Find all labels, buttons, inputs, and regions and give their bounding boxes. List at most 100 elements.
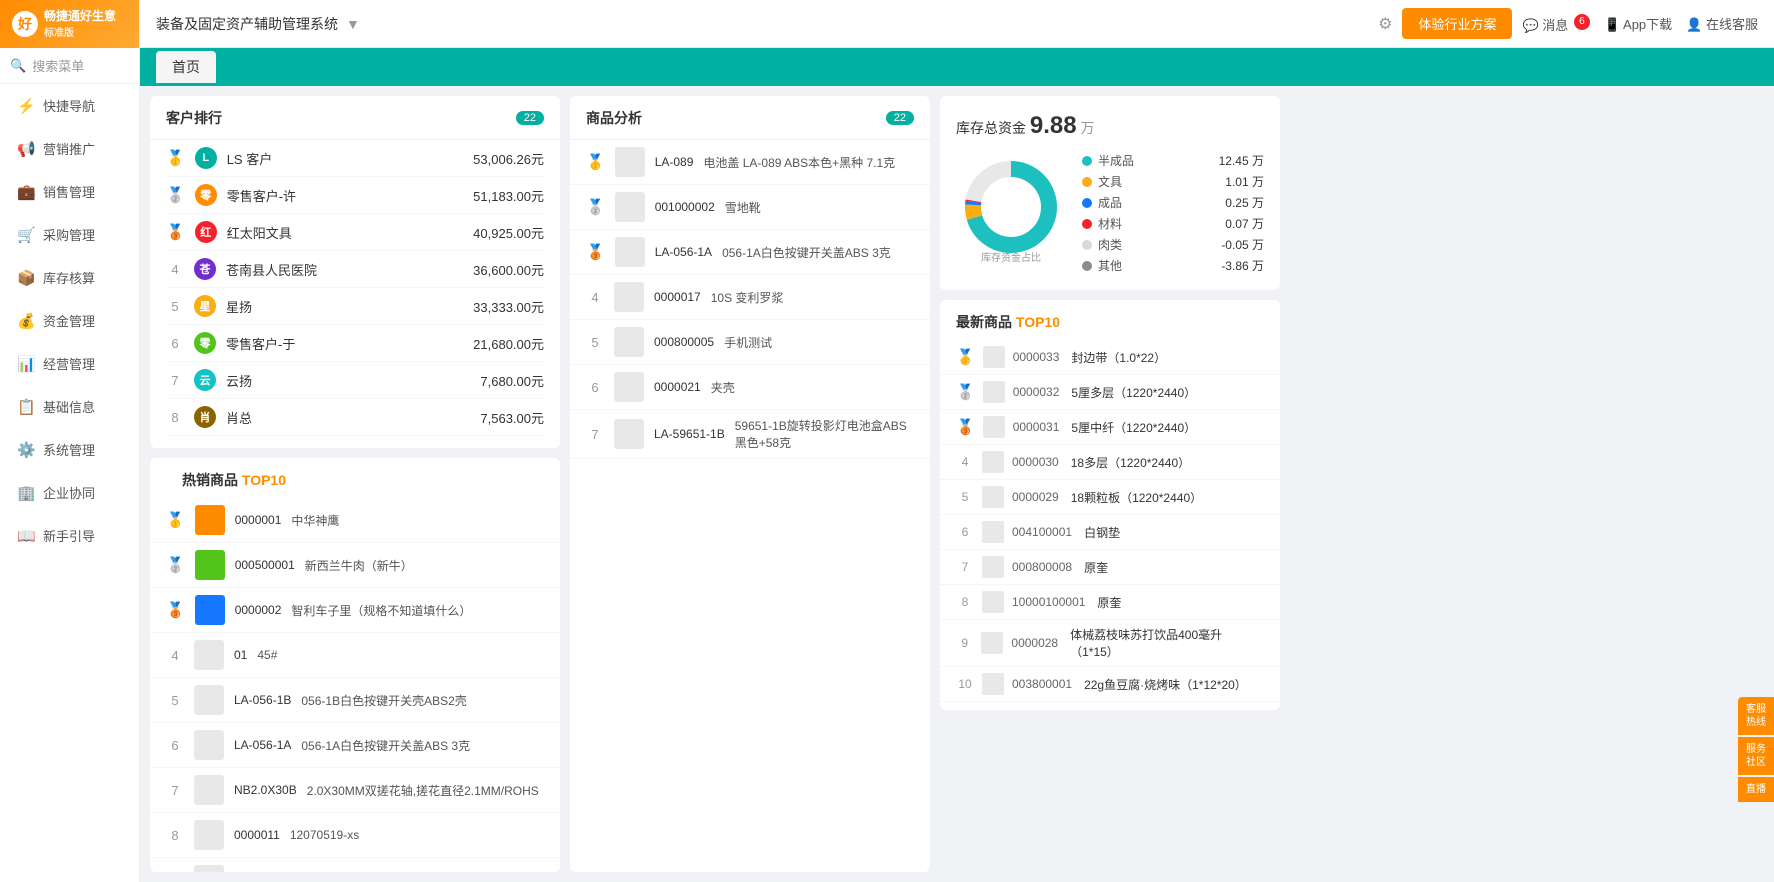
new-product-row: 9 0000028 体械荔枝味苏打饮品400毫升（1*15） [940, 620, 1280, 667]
customer-row: 🥇 L LS 客户 53,006.26元 [166, 140, 544, 177]
legend-label: 成品 [1098, 194, 1219, 211]
product-code: 004100001 [1012, 525, 1072, 539]
legend-value: -0.05 万 [1221, 236, 1264, 253]
topbar-title: 装备及固定资产辅助管理系统 ▼ [156, 14, 1368, 34]
product-image [194, 730, 224, 760]
guide-icon: 📖 [17, 527, 35, 545]
content-area: 客户排行 22 🥇 L LS 客户 53,006.26元 🥈 零 零售客户-许 … [140, 86, 1774, 882]
product-analysis-row: 5 000800005 手机测试 [570, 320, 930, 365]
customer-ranking-title: 客户排行 [166, 108, 222, 128]
customer-amount: 7,680.00元 [480, 371, 544, 390]
tab-home[interactable]: 首页 [156, 51, 216, 83]
medal-icon: 🥇 [956, 348, 975, 366]
medal-icon: 🥈 [586, 198, 605, 216]
settings-icon[interactable]: ⚙ [1378, 14, 1392, 34]
float-btn-2[interactable]: 直播 [1738, 777, 1774, 802]
sidebar-item-guide[interactable]: 📖新手引导 [0, 514, 139, 557]
product-code: LA-056-1A [655, 245, 712, 259]
customer-amount: 33,333.00元 [473, 297, 544, 316]
customer-name: 零售客户-许 [227, 186, 463, 205]
sidebar-item-company[interactable]: 🏢企业协同 [0, 471, 139, 514]
legend-label: 半成品 [1098, 152, 1213, 169]
float-btn-0[interactable]: 客服 热线 [1738, 697, 1774, 735]
search-menu[interactable]: 🔍 搜索菜单 [0, 48, 139, 84]
app-download-link[interactable]: 📱 App下载 [1604, 14, 1672, 33]
product-code: 0000011 [234, 828, 280, 842]
customer-amount: 36,600.00元 [473, 260, 544, 279]
product-name: 花语萌恒温分腿睡袋（厚款） [322, 872, 544, 873]
sidebar-item-quick-nav[interactable]: ⚡快捷导航 [0, 84, 139, 127]
hot-products-title: 热销商品 TOP10 [166, 460, 302, 496]
product-code: 0000017 [654, 290, 701, 304]
finance-icon: 💰 [17, 312, 35, 330]
sales-icon: 💼 [17, 183, 35, 201]
hot-products-title-area: 热销商品 TOP10 [150, 458, 560, 498]
quick-nav-icon: ⚡ [17, 97, 35, 115]
product-code: 0000031 [1013, 420, 1060, 434]
customer-amount: 51,183.00元 [473, 186, 544, 205]
sidebar-item-finance[interactable]: 💰资金管理 [0, 299, 139, 342]
rank-num: 8 [166, 828, 184, 843]
product-name: 原奎 [1097, 594, 1121, 611]
product-image [982, 591, 1004, 613]
new-product-row: 8 10000100001 原奎 [940, 585, 1280, 620]
legend-dot [1082, 240, 1092, 250]
customer-badge: 苍 [194, 258, 216, 280]
legend-value: -3.86 万 [1221, 257, 1264, 274]
basics-icon: 📋 [17, 398, 35, 416]
hot-product-row: 🥉 0000002 智利车子里（规格不知道填什么） [150, 588, 560, 633]
product-image [194, 685, 224, 715]
product-name: 056-1A白色按键开关盖ABS 3克 [722, 244, 914, 261]
legend-item: 文具 1.01 万 [1082, 173, 1264, 190]
trial-btn[interactable]: 体验行业方案 [1402, 8, 1512, 39]
product-code: NB2.0X30B [234, 783, 297, 797]
topbar: 装备及固定资产辅助管理系统 ▼ ⚙ 体验行业方案 💬 消息 6 📱 App下载 … [140, 0, 1774, 48]
hot-product-row: 6 LA-056-1A 056-1A白色按键开关盖ABS 3克 [150, 723, 560, 768]
legend-value: 12.45 万 [1219, 152, 1264, 169]
product-name: 18颗粒板（1220*2440） [1071, 489, 1202, 506]
inventory-legend: 半成品 12.45 万 文具 1.01 万 成品 0.25 万 材料 0.07 … [1082, 152, 1264, 274]
float-btn-1[interactable]: 服务 社区 [1738, 737, 1774, 775]
hot-product-row: 🥇 0000001 中华神鹰 [150, 498, 560, 543]
product-image [615, 147, 645, 177]
customer-ranking-badge: 22 [516, 111, 544, 125]
online-service-link[interactable]: 👤 在线客服 [1686, 14, 1758, 33]
product-code: 01 [234, 648, 247, 662]
product-name: 智利车子里（规格不知道填什么） [291, 602, 544, 619]
customer-row: 7 云 云扬 7,680.00元 [166, 362, 544, 399]
sidebar-item-operations[interactable]: 📊经营管理 [0, 342, 139, 385]
product-code: 0000029 [1012, 490, 1059, 504]
product-code: 0000028 [1011, 636, 1058, 650]
main-area: 装备及固定资产辅助管理系统 ▼ ⚙ 体验行业方案 💬 消息 6 📱 App下载 … [140, 0, 1774, 882]
product-name: 056-1A白色按键开关盖ABS 3克 [301, 737, 544, 754]
product-image [615, 192, 645, 222]
customer-badge: 红 [195, 221, 217, 243]
sidebar-item-marketing[interactable]: 📢营销推广 [0, 127, 139, 170]
product-name: 中华神鹰 [291, 512, 544, 529]
product-image [982, 556, 1004, 578]
product-image [194, 865, 224, 872]
sidebar-item-inventory[interactable]: 📦库存核算 [0, 256, 139, 299]
product-analysis-badge: 22 [886, 111, 914, 125]
legend-value: 1.01 万 [1225, 173, 1264, 190]
rank-num: 7 [166, 373, 184, 388]
product-image [615, 237, 645, 267]
topbar-dropdown-icon[interactable]: ▼ [346, 16, 360, 32]
rank-num: 6 [166, 738, 184, 753]
inventory-card-title: 库存总资金 9.88 万 [956, 112, 1264, 140]
sidebar-nav: ⚡快捷导航📢营销推广💼销售管理🛒采购管理📦库存核算💰资金管理📊经营管理📋基础信息… [0, 84, 139, 882]
product-analysis-row: 🥇 LA-089 电池盖 LA-089 ABS本色+黑种 7.1克 [570, 140, 930, 185]
sidebar-item-basics[interactable]: 📋基础信息 [0, 385, 139, 428]
product-image [195, 505, 225, 535]
rank-num: 6 [586, 380, 604, 395]
new-product-row: 🥈 0000032 5厘多层（1220*2440） [940, 375, 1280, 410]
sidebar-item-purchase[interactable]: 🛒采购管理 [0, 213, 139, 256]
messages-link[interactable]: 💬 消息 6 [1522, 14, 1589, 34]
new-product-row: 🥉 0000031 5厘中纤（1220*2440） [940, 410, 1280, 445]
sidebar-item-sales[interactable]: 💼销售管理 [0, 170, 139, 213]
medal-icon: 🥇 [586, 153, 605, 171]
product-code: 10000100001 [1012, 595, 1085, 609]
sidebar-item-system[interactable]: ⚙️系统管理 [0, 428, 139, 471]
product-name: 电池盖 LA-089 ABS本色+黑种 7.1克 [703, 154, 914, 171]
product-code: LA-59651-1B [654, 427, 725, 441]
